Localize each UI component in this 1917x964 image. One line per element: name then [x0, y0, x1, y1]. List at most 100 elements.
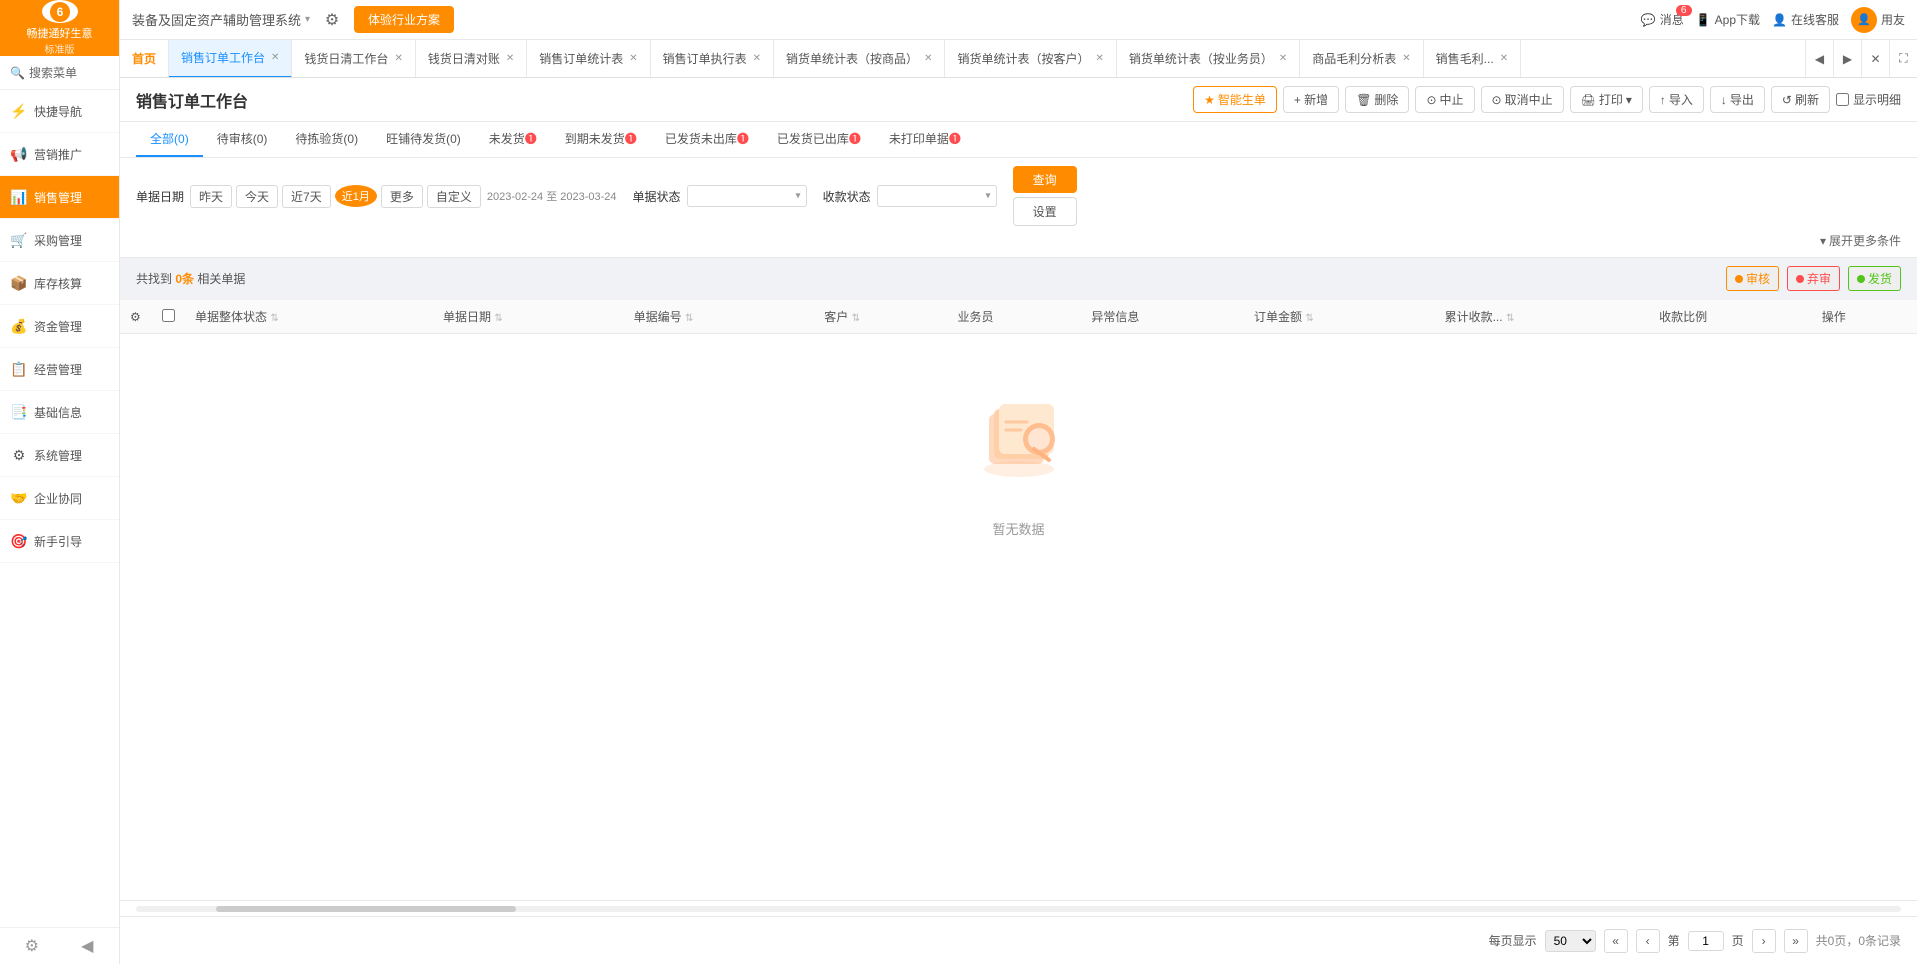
expand-btn[interactable]: ▾ 展开更多条件 — [1820, 232, 1901, 249]
tab-cash-reconcile[interactable]: 钱货日清对账 ✕ — [416, 40, 527, 78]
refresh-btn[interactable]: ↺ 刷新 — [1771, 86, 1830, 113]
th-staff[interactable]: 业务员 — [948, 300, 1082, 334]
sidebar-search[interactable]: 🔍 搜索菜单 — [0, 56, 119, 90]
date-filter: 单据日期 昨天 今天 近7天 近1月 更多 自定义 2023-02-24 至 2… — [136, 185, 617, 208]
page-prev-btn[interactable]: ‹ — [1636, 929, 1660, 953]
sidebar-item-guide[interactable]: 🎯 新手引导 — [0, 520, 119, 563]
tab-close-cash-daily[interactable]: ✕ — [394, 53, 402, 64]
date-custom-btn[interactable]: 自定义 — [427, 185, 481, 208]
date-1month-btn[interactable]: 近1月 — [335, 185, 377, 207]
tab-expand-btn[interactable]: ⛶ — [1889, 40, 1917, 78]
import-btn[interactable]: ↑ 导入 — [1649, 86, 1704, 113]
tab-sales-exec[interactable]: 销售订单执行表 ✕ — [651, 40, 774, 78]
show-detail-label[interactable]: 显示明细 — [1836, 91, 1901, 108]
tab-cash-daily[interactable]: 钱货日清工作台 ✕ — [292, 40, 415, 78]
tab-gross-profit[interactable]: 商品毛利分析表 ✕ — [1300, 40, 1423, 78]
per-page-select[interactable]: 50 100 200 — [1545, 930, 1596, 952]
cancel-audit-btn[interactable]: 弃审 — [1787, 266, 1840, 291]
subtab-pending-audit[interactable]: 待审核(0) — [203, 122, 282, 157]
sidebar-item-basic[interactable]: 📑 基础信息 — [0, 391, 119, 434]
tab-close-sales-stat-product[interactable]: ✕ — [924, 53, 932, 64]
th-date[interactable]: 单据日期 ⇅ — [433, 300, 624, 334]
settings-bottom-btn[interactable]: ⚙ — [8, 936, 56, 956]
subtab-expired-not-shipped[interactable]: 到期未发货❶ — [551, 122, 651, 157]
date-more-btn[interactable]: 更多 — [381, 185, 423, 208]
app-download-btn[interactable]: 📱 App下载 — [1696, 11, 1760, 28]
th-settings[interactable]: ⚙ — [120, 300, 152, 334]
delete-btn[interactable]: 🗑 删除 — [1345, 86, 1409, 113]
th-collected[interactable]: 累计收款... ⇅ — [1435, 300, 1650, 334]
tab-close-sales-exec[interactable]: ✕ — [753, 53, 761, 64]
user-menu-btn[interactable]: 👤 用友 — [1851, 7, 1905, 33]
subtab-shipped-out[interactable]: 已发货已出库❶ — [763, 122, 875, 157]
show-detail-checkbox[interactable] — [1836, 93, 1849, 106]
tab-prev-btn[interactable]: ◀ — [1805, 40, 1833, 78]
scroll-track[interactable] — [136, 906, 1901, 912]
date-yesterday-btn[interactable]: 昨天 — [190, 185, 232, 208]
subtab-wangpu[interactable]: 旺铺待发货(0) — [372, 122, 475, 157]
status-select[interactable] — [687, 185, 807, 207]
set-btn[interactable]: 设置 — [1013, 197, 1077, 226]
query-btn[interactable]: 查询 — [1013, 166, 1077, 193]
tab-sales-workbench[interactable]: 销售订单工作台 ✕ — [169, 40, 292, 78]
th-abnormal[interactable]: 异常信息 — [1081, 300, 1244, 334]
print-btn[interactable]: 🖨 打印 ▾ — [1570, 86, 1643, 113]
new-btn[interactable]: + 新增 — [1283, 86, 1339, 113]
sidebar-item-finance[interactable]: 💰 资金管理 — [0, 305, 119, 348]
th-status[interactable]: 单据整体状态 ⇅ — [185, 300, 433, 334]
sidebar-item-sales[interactable]: 📊 销售管理 — [0, 176, 119, 219]
tab-close-gross-profit[interactable]: ✕ — [1402, 53, 1410, 64]
tab-sales-stat-staff[interactable]: 销货单统计表（按业务员） ✕ — [1117, 40, 1300, 78]
date-7days-btn[interactable]: 近7天 — [282, 185, 331, 208]
tab-close-sales-stat[interactable]: ✕ — [629, 53, 637, 64]
industry-solution-btn[interactable]: 体验行业方案 — [354, 6, 454, 33]
tab-sales-stat[interactable]: 销售订单统计表 ✕ — [527, 40, 650, 78]
tab-sales-more[interactable]: 销售毛利... ✕ — [1424, 40, 1521, 78]
sidebar-item-system[interactable]: ⚙ 系统管理 — [0, 434, 119, 477]
smart-generate-btn[interactable]: ★ 智能生单 — [1193, 86, 1277, 113]
pause-btn[interactable]: ⊙ 中止 — [1415, 86, 1474, 113]
tab-close-all-btn[interactable]: ✕ — [1861, 40, 1889, 78]
tab-next-btn[interactable]: ▶ — [1833, 40, 1861, 78]
system-title-dropdown[interactable]: 装备及固定资产辅助管理系统 ▾ — [132, 10, 310, 29]
tab-close-sales-workbench[interactable]: ✕ — [271, 52, 279, 63]
sidebar-item-purchase[interactable]: 🛒 采购管理 — [0, 219, 119, 262]
subtab-pending-inspect[interactable]: 待拣验货(0) — [281, 122, 372, 157]
message-btn[interactable]: 💬 6 消息 — [1641, 11, 1684, 28]
date-today-btn[interactable]: 今天 — [236, 185, 278, 208]
page-first-btn[interactable]: « — [1604, 929, 1628, 953]
subtab-shipped-not-out[interactable]: 已发货未出库❶ — [651, 122, 763, 157]
subtab-all[interactable]: 全部(0) — [136, 122, 203, 157]
sidebar-item-marketing[interactable]: 📢 营销推广 — [0, 133, 119, 176]
th-customer[interactable]: 客户 ⇅ — [814, 300, 947, 334]
page-last-btn[interactable]: » — [1784, 929, 1808, 953]
tab-close-sales-stat-customer[interactable]: ✕ — [1095, 53, 1103, 64]
collapse-btn[interactable]: ◀ — [64, 936, 112, 956]
select-all-checkbox[interactable] — [162, 309, 175, 322]
tab-close-sales-more[interactable]: ✕ — [1500, 53, 1508, 64]
tab-sales-stat-customer[interactable]: 销货单统计表（按客户） ✕ — [945, 40, 1116, 78]
tab-sales-stat-product[interactable]: 销货单统计表（按商品） ✕ — [774, 40, 945, 78]
scroll-thumb[interactable] — [216, 906, 516, 912]
tab-home[interactable]: 首页 — [120, 40, 169, 78]
ship-btn[interactable]: 发货 — [1848, 266, 1901, 291]
subtab-not-printed[interactable]: 未打印单据❶ — [875, 122, 975, 157]
sidebar-item-quick-nav[interactable]: ⚡ 快捷导航 — [0, 90, 119, 133]
tab-close-cash-reconcile[interactable]: ✕ — [506, 53, 514, 64]
page-num-input[interactable] — [1688, 931, 1724, 951]
sidebar-item-inventory[interactable]: 📦 库存核算 — [0, 262, 119, 305]
cancel-pause-btn[interactable]: ⊙ 取消中止 — [1481, 86, 1564, 113]
page-next-btn[interactable]: › — [1752, 929, 1776, 953]
audit-btn[interactable]: 审核 — [1726, 266, 1779, 291]
th-number[interactable]: 单据编号 ⇅ — [624, 300, 815, 334]
tab-close-sales-stat-staff[interactable]: ✕ — [1279, 53, 1287, 64]
th-checkbox[interactable] — [152, 300, 185, 334]
sidebar-item-operation[interactable]: 📋 经营管理 — [0, 348, 119, 391]
topbar-settings-btn[interactable]: ⚙ — [318, 6, 346, 34]
subtab-not-shipped[interactable]: 未发货❶ — [475, 122, 551, 157]
collection-select[interactable] — [877, 185, 997, 207]
export-btn[interactable]: ↓ 导出 — [1710, 86, 1765, 113]
th-amount[interactable]: 订单金额 ⇅ — [1244, 300, 1435, 334]
sidebar-item-enterprise[interactable]: 🤝 企业协同 — [0, 477, 119, 520]
online-service-btn[interactable]: 👤 在线客服 — [1772, 11, 1839, 28]
